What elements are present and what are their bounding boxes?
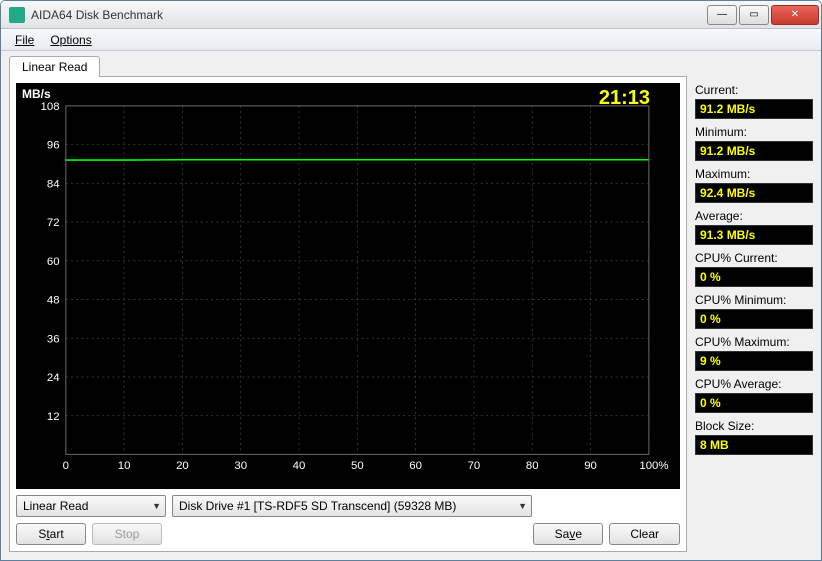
disk-select-value: Disk Drive #1 [TS-RDF5 SD Transcend] (59… <box>179 499 456 513</box>
app-icon <box>9 7 25 23</box>
stat-maximum-label: Maximum: <box>695 167 813 181</box>
stat-cpu-average-value: 0 % <box>695 393 813 413</box>
controls-row: Linear Read ▼ Disk Drive #1 [TS-RDF5 SD … <box>16 495 680 517</box>
stat-cpu-maximum-label: CPU% Maximum: <box>695 335 813 349</box>
chevron-down-icon: ▼ <box>152 501 161 511</box>
svg-text:108: 108 <box>41 101 60 113</box>
svg-text:%: % <box>658 460 668 472</box>
window-title: AIDA64 Disk Benchmark <box>31 8 707 22</box>
tab-linear-read[interactable]: Linear Read <box>9 56 100 77</box>
svg-text:36: 36 <box>47 333 60 345</box>
chart-elapsed-time: 21:13 <box>599 87 650 110</box>
svg-text:90: 90 <box>584 460 597 472</box>
titlebar[interactable]: AIDA64 Disk Benchmark — ▭ ✕ <box>1 1 821 29</box>
stat-cpu-average-label: CPU% Average: <box>695 377 813 391</box>
chart: 0 10 20 30 40 50 60 70 80 90 100 12 24 36 48 60 72 84 96 10… <box>16 83 680 489</box>
stat-maximum-value: 92.4 MB/s <box>695 183 813 203</box>
svg-text:70: 70 <box>468 460 481 472</box>
svg-text:20: 20 <box>176 460 189 472</box>
minimize-button[interactable]: — <box>707 5 737 25</box>
svg-text:100: 100 <box>639 460 658 472</box>
svg-text:24: 24 <box>47 372 60 384</box>
stat-cpu-minimum-value: 0 % <box>695 309 813 329</box>
client-area: Linear Read 0 10 20 30 40 50 60 70 80 90 100 12 24 36… <box>1 51 821 560</box>
svg-text:48: 48 <box>47 295 60 307</box>
svg-text:96: 96 <box>47 140 60 152</box>
svg-text:30: 30 <box>234 460 247 472</box>
left-column: Linear Read 0 10 20 30 40 50 60 70 80 90 100 12 24 36… <box>9 55 687 552</box>
svg-text:84: 84 <box>47 178 60 190</box>
save-button[interactable]: Save <box>533 523 603 545</box>
chevron-down-icon: ▼ <box>518 501 527 511</box>
svg-text:12: 12 <box>47 411 60 423</box>
stat-cpu-current-value: 0 % <box>695 267 813 287</box>
svg-text:40: 40 <box>293 460 306 472</box>
svg-text:72: 72 <box>47 217 60 229</box>
svg-text:60: 60 <box>409 460 422 472</box>
close-button[interactable]: ✕ <box>771 5 819 25</box>
svg-text:60: 60 <box>47 256 60 268</box>
menu-options[interactable]: Options <box>42 31 99 49</box>
menu-file[interactable]: File <box>7 31 42 49</box>
menubar: File Options <box>1 29 821 51</box>
stat-cpu-minimum-label: CPU% Minimum: <box>695 293 813 307</box>
test-type-select[interactable]: Linear Read ▼ <box>16 495 166 517</box>
start-button[interactable]: Start <box>16 523 86 545</box>
clear-button[interactable]: Clear <box>609 523 680 545</box>
tab-panel: 0 10 20 30 40 50 60 70 80 90 100 12 24 36 48 60 72 84 96 10… <box>9 76 687 552</box>
stat-current-label: Current: <box>695 83 813 97</box>
stats-column: Current: 91.2 MB/s Minimum: 91.2 MB/s Ma… <box>695 55 813 552</box>
buttons-row: Start Stop Save Clear <box>16 523 680 545</box>
tabstrip: Linear Read <box>9 55 687 76</box>
svg-text:80: 80 <box>526 460 539 472</box>
stat-average-label: Average: <box>695 209 813 223</box>
svg-text:0: 0 <box>63 460 69 472</box>
stat-blocksize-value: 8 MB <box>695 435 813 455</box>
app-window: AIDA64 Disk Benchmark — ▭ ✕ File Options… <box>0 0 822 561</box>
stat-average-value: 91.3 MB/s <box>695 225 813 245</box>
svg-text:10: 10 <box>118 460 131 472</box>
disk-select[interactable]: Disk Drive #1 [TS-RDF5 SD Transcend] (59… <box>172 495 532 517</box>
svg-text:50: 50 <box>351 460 364 472</box>
chart-y-axis-label: MB/s <box>22 87 51 101</box>
stat-blocksize-label: Block Size: <box>695 419 813 433</box>
stop-button: Stop <box>92 523 162 545</box>
stat-minimum-value: 91.2 MB/s <box>695 141 813 161</box>
test-type-value: Linear Read <box>23 499 88 513</box>
stat-minimum-label: Minimum: <box>695 125 813 139</box>
stat-cpu-current-label: CPU% Current: <box>695 251 813 265</box>
maximize-button[interactable]: ▭ <box>739 5 769 25</box>
chart-canvas: 0 10 20 30 40 50 60 70 80 90 100 12 24 36 48 60 72 84 96 10… <box>16 83 680 477</box>
stat-cpu-maximum-value: 9 % <box>695 351 813 371</box>
stat-current-value: 91.2 MB/s <box>695 99 813 119</box>
